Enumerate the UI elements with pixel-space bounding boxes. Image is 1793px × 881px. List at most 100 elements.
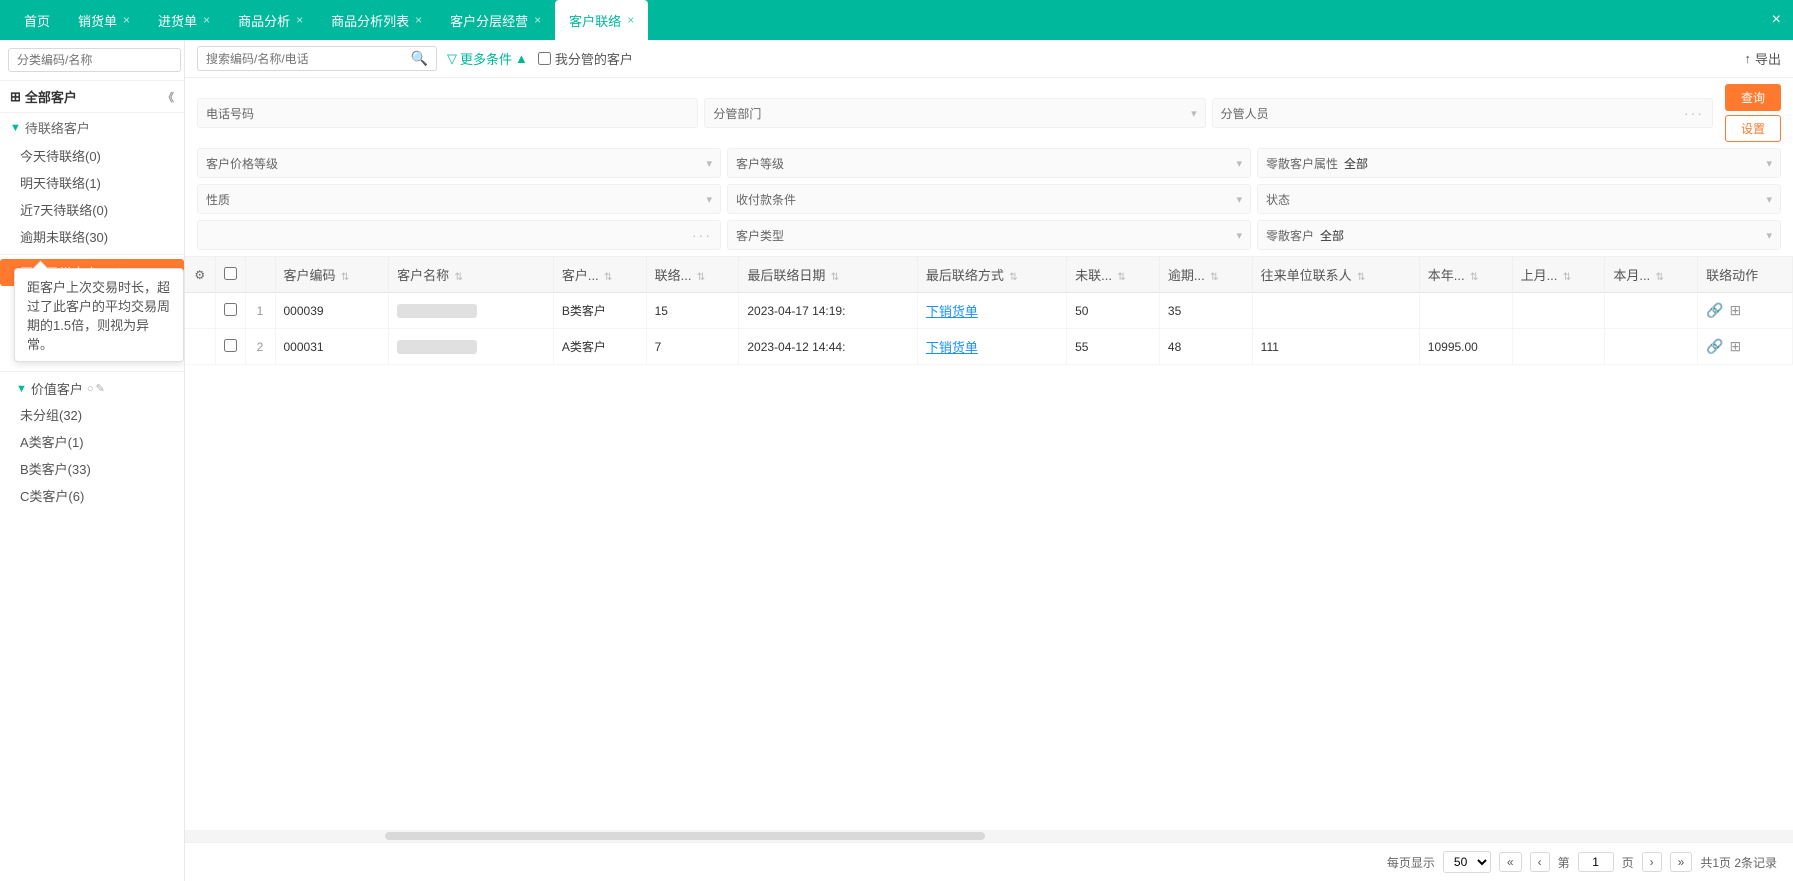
col-overdue-label: 逾期... [1168, 268, 1205, 283]
filter-customer-attr[interactable]: 零散客户属性 全部 ▾ [1257, 148, 1781, 178]
sidebar-item-class-c[interactable]: C类客户(6) [0, 482, 184, 509]
filter-scattered[interactable]: 零散客户 全部 ▾ [1257, 220, 1781, 250]
more-conditions-button[interactable]: ▽ 更多条件 ▲ [447, 49, 528, 68]
filter-customer-grade[interactable]: 客户等级 ▾ [727, 148, 1251, 178]
export-button[interactable]: ↑ 导出 [1744, 49, 1781, 68]
nav-home[interactable]: 首页 [10, 0, 64, 40]
current-page-input[interactable] [1578, 852, 1614, 872]
export-icon: ↑ [1744, 51, 1751, 66]
table-scrollbar[interactable] [185, 830, 1793, 842]
nav-product-analysis-close[interactable]: × [296, 13, 303, 27]
filter-actions: 查询 设置 [1725, 84, 1781, 142]
row-last-method-1[interactable]: 下销货单 [917, 329, 1066, 365]
table-scrollbar-thumb[interactable] [385, 832, 985, 840]
col-checkbox-header [215, 257, 245, 293]
sidebar-all-customers[interactable]: ⊞ 全部客户 《 [0, 81, 184, 113]
filter-misc[interactable]: ··· [197, 220, 721, 250]
col-last-method-header[interactable]: 最后联络方式 ⇅ [917, 257, 1066, 293]
col-overdue-header[interactable]: 逾期... ⇅ [1159, 257, 1252, 293]
search-button[interactable]: 🔍 [411, 50, 428, 67]
col-contact-person-header[interactable]: 往来单位联系人 ⇅ [1252, 257, 1419, 293]
col-not-contact-header[interactable]: 未联... ⇅ [1067, 257, 1160, 293]
nav-product-list-close[interactable]: × [415, 13, 422, 27]
nav-purchase-label: 进货单 [158, 11, 197, 30]
sidebar-item-unclassified[interactable]: 未分组(32) [0, 401, 184, 428]
sidebar-item-overdue[interactable]: 逾期未联络(30) [0, 223, 184, 250]
7days-pending-label: 近7天待联络(0) [20, 200, 108, 219]
sidebar-item-today[interactable]: 今天待联络(0) [0, 142, 184, 169]
next-page-button[interactable]: › [1642, 852, 1662, 872]
col-name-header[interactable]: 客户名称 ⇅ [389, 257, 554, 293]
col-type-header[interactable]: 客户... ⇅ [553, 257, 646, 293]
last-page-button[interactable]: » [1670, 852, 1693, 872]
row-name-1 [389, 329, 554, 365]
row-checkbox-1[interactable] [215, 329, 245, 365]
prev-page-button[interactable]: ‹ [1530, 852, 1550, 872]
filter-rows: 电话号码 分管部门 ▾ 分管人员 ··· 查询 设置 客户价格等级 [185, 78, 1793, 257]
filter-phone[interactable]: 电话号码 [197, 98, 698, 128]
nav-customer-segment[interactable]: 客户分层经营 × [436, 0, 555, 40]
misc-ellipsis-icon[interactable]: ··· [692, 227, 712, 243]
nav-customer-contact-close[interactable]: × [627, 13, 634, 27]
col-this-month-header[interactable]: 本月... ⇅ [1605, 257, 1698, 293]
per-page-select[interactable]: 50 [1443, 851, 1491, 873]
row-action-0: 🔗 ⊞ [1698, 293, 1793, 329]
action-grid-icon-1[interactable]: ⊞ [1730, 338, 1742, 355]
nav-product-list[interactable]: 商品分析列表 × [317, 0, 436, 40]
col-last-month-header[interactable]: 上月... ⇅ [1512, 257, 1605, 293]
sidebar-item-class-a[interactable]: A类客户(1) [0, 428, 184, 455]
nav-customer-segment-close[interactable]: × [534, 13, 541, 27]
col-action-header: 联络动作 [1698, 257, 1793, 293]
my-customers-checkbox-label[interactable]: 我分管的客户 [538, 49, 633, 68]
pending-arrow: ▼ [10, 122, 21, 134]
row-last-method-0[interactable]: 下销货单 [917, 293, 1066, 329]
sidebar-group-pending[interactable]: ▼ 待联络客户 [0, 113, 184, 142]
filter-customer-grade-label: 客户等级 [736, 155, 784, 172]
nav-purchase[interactable]: 进货单 × [144, 0, 224, 40]
row-contact-count-0: 15 [646, 293, 739, 329]
nav-sales[interactable]: 销货单 × [64, 0, 144, 40]
query-button[interactable]: 查询 [1725, 84, 1781, 111]
filter-price-grade[interactable]: 客户价格等级 ▾ [197, 148, 721, 178]
col-this-year-header[interactable]: 本年... ⇅ [1419, 257, 1512, 293]
col-code-header[interactable]: 客户编码 ⇅ [275, 257, 389, 293]
select-all-checkbox[interactable] [224, 267, 237, 280]
settings-button[interactable]: 设置 [1725, 115, 1781, 142]
row-checkbox-0[interactable] [215, 293, 245, 329]
sidebar-group-value[interactable]: ▼ 价值客户 ○ ✎ [0, 376, 184, 401]
close-all-button[interactable]: × [1772, 11, 1781, 29]
sidebar-item-class-b[interactable]: B类客户(33) [0, 455, 184, 482]
action-grid-icon-0[interactable]: ⊞ [1730, 302, 1742, 319]
nav-sales-close[interactable]: × [123, 13, 130, 27]
sidebar-search-input[interactable] [8, 48, 181, 72]
filter-nature[interactable]: 性质 ▾ [197, 184, 721, 214]
filter-payment[interactable]: 收付款条件 ▾ [727, 184, 1251, 214]
filter-status[interactable]: 状态 ▾ [1257, 184, 1781, 214]
row-this-month-0 [1605, 293, 1698, 329]
nav-purchase-close[interactable]: × [203, 13, 210, 27]
my-customers-checkbox[interactable] [538, 52, 551, 65]
col-contact-count-label: 联络... [655, 268, 692, 283]
nav-home-label: 首页 [24, 11, 50, 30]
nav-product-analysis[interactable]: 商品分析 × [224, 0, 317, 40]
manager-ellipsis-icon[interactable]: ··· [1684, 105, 1704, 121]
filter-customer-type[interactable]: 客户类型 ▾ [727, 220, 1251, 250]
action-link-icon-0[interactable]: 🔗 [1706, 302, 1723, 319]
row-contact-person-1: 111 [1252, 329, 1419, 365]
value-group-edit2-icon[interactable]: ✎ [96, 382, 105, 395]
first-page-button[interactable]: « [1499, 852, 1522, 872]
col-contact-count-header[interactable]: 联络... ⇅ [646, 257, 739, 293]
action-link-icon-1[interactable]: 🔗 [1706, 338, 1723, 355]
pagination-bar: 每页显示 50 « ‹ 第 页 › » 共1页 2条记录 [185, 842, 1793, 881]
col-settings[interactable]: ⚙ [185, 257, 215, 293]
value-group-edit-icon[interactable]: ○ [87, 383, 94, 395]
filter-dept[interactable]: 分管部门 ▾ [704, 98, 1205, 128]
nav-customer-contact[interactable]: 客户联络 × [555, 0, 648, 40]
filter-manager[interactable]: 分管人员 ··· [1212, 98, 1713, 128]
col-last-method-label: 最后联络方式 [926, 268, 1004, 283]
col-last-date-header[interactable]: 最后联络日期 ⇅ [739, 257, 917, 293]
nature-dropdown-icon: ▾ [706, 193, 712, 206]
sidebar-item-tomorrow[interactable]: 明天待联络(1) [0, 169, 184, 196]
sidebar-item-7days[interactable]: 近7天待联络(0) [0, 196, 184, 223]
search-input[interactable] [206, 52, 411, 66]
